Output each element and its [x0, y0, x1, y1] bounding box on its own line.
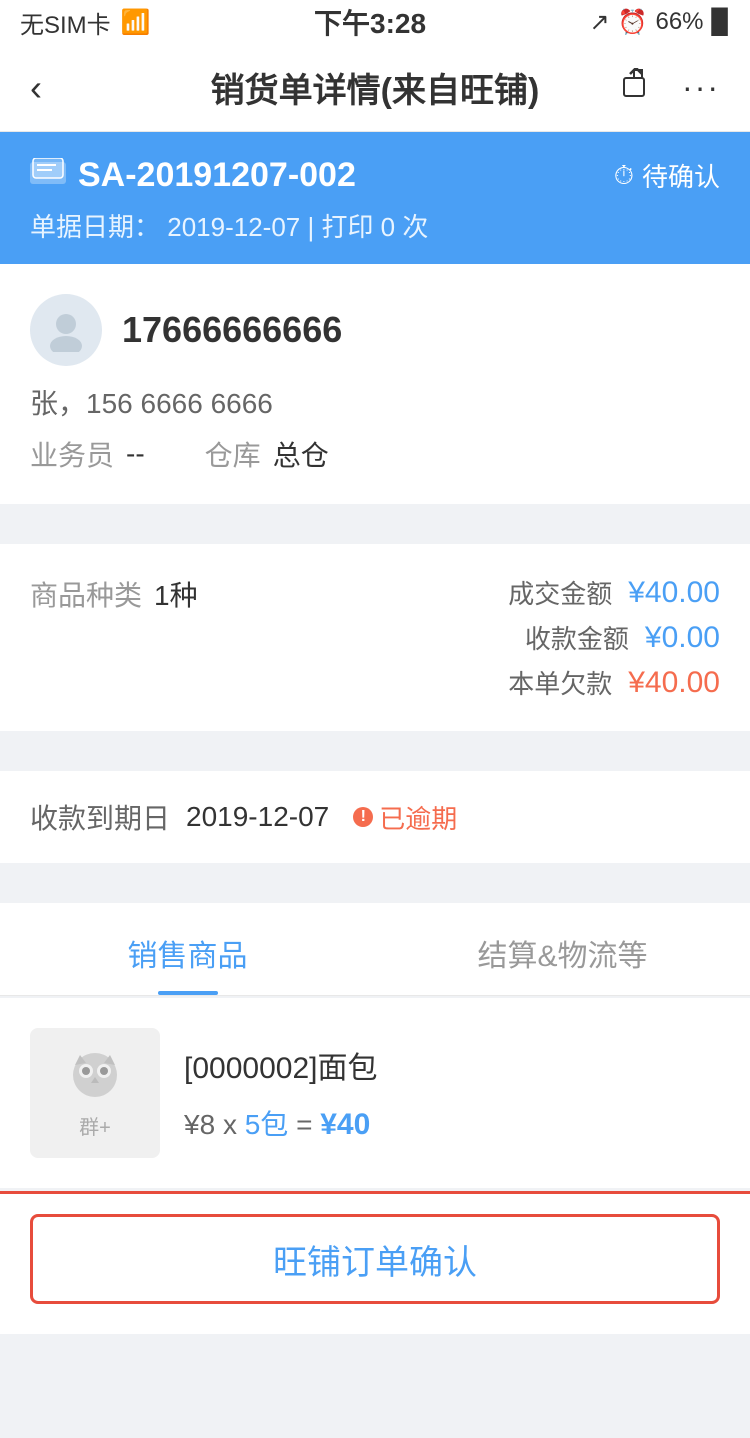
- status-bar-right: ↗ ⏰ 66% ▉: [589, 8, 730, 37]
- due-date-value: 2019-12-07: [186, 801, 329, 833]
- battery-icon: ▉: [712, 8, 730, 37]
- tab-settlement[interactable]: 结算&物流等: [375, 903, 750, 995]
- equals-sign: =: [296, 1109, 312, 1140]
- payment-value: ¥0.00: [645, 621, 720, 655]
- customer-meta: 业务员 -- 仓库 总仓: [30, 434, 720, 474]
- product-kinds-row: 商品种类 1种: [30, 574, 198, 614]
- tabs-section: 销售商品 结算&物流等: [0, 903, 750, 996]
- page-title: 销货单详情(来自旺铺): [211, 63, 540, 112]
- transaction-label: 成交金额: [508, 574, 612, 611]
- customer-phone: 17666666666: [122, 309, 342, 351]
- order-number-row: SA-20191207-002: [30, 156, 356, 195]
- salesman-value: --: [126, 438, 145, 470]
- transaction-row: 成交金额 ¥40.00: [508, 574, 720, 611]
- price-value: ¥8: [184, 1109, 215, 1140]
- summary-left: 商品种类 1种: [30, 574, 198, 614]
- summary-right: 成交金额 ¥40.00 收款金额 ¥0.00 本单欠款 ¥40.00: [508, 574, 720, 701]
- kinds-value: 1种: [154, 574, 198, 614]
- order-header: SA-20191207-002 ⏱ 待确认 单据日期： 2019-12-07 |…: [0, 132, 750, 264]
- order-number-text: SA-20191207-002: [78, 156, 356, 195]
- status-clock-icon: ⏱: [614, 160, 634, 192]
- back-button[interactable]: ‹: [20, 57, 52, 119]
- product-logo-text: 群+: [79, 1111, 111, 1140]
- kinds-label: 商品种类: [30, 574, 142, 614]
- order-date-row: 单据日期： 2019-12-07 | 打印 0 次: [30, 207, 720, 244]
- summary-section: 商品种类 1种 成交金额 ¥40.00 收款金额 ¥0.00 本单欠款 ¥40.…: [0, 544, 750, 731]
- date-label: 单据日期：: [30, 212, 160, 242]
- product-total: ¥40: [320, 1108, 370, 1141]
- divider-2: [0, 751, 750, 771]
- status-time: 下午3:28: [314, 2, 426, 42]
- product-price: ¥8 x 5包 = ¥40: [184, 1103, 720, 1143]
- overdue-badge: ! 已逾期: [353, 799, 457, 836]
- status-bar: 无SIM卡 📶 下午3:28 ↗ ⏰ 66% ▉: [0, 0, 750, 44]
- tab-settlement-label: 结算&物流等: [477, 940, 647, 973]
- confirm-order-button[interactable]: 旺铺订单确认: [30, 1214, 720, 1304]
- share-button[interactable]: [620, 67, 652, 109]
- debt-label: 本单欠款: [508, 664, 612, 701]
- customer-section: 17666666666 张，156 6666 6666 业务员 -- 仓库 总仓: [0, 264, 750, 504]
- product-qty: 5包: [245, 1109, 289, 1140]
- customer-info: 张，156 6666 6666: [30, 382, 720, 422]
- tab-sales-products-label: 销售商品: [128, 940, 248, 973]
- product-section: 群+ [0000002]面包 ¥8 x 5包 = ¥40: [0, 998, 750, 1188]
- customer-row: 17666666666: [30, 294, 720, 366]
- status-bar-left: 无SIM卡 📶: [20, 5, 151, 40]
- alarm-icon: ⏰: [618, 8, 648, 37]
- nav-actions: ···: [620, 67, 720, 109]
- overdue-icon: !: [353, 807, 373, 827]
- confirm-button-label: 旺铺订单确认: [273, 1235, 477, 1284]
- order-status: ⏱ 待确认: [614, 157, 720, 194]
- battery-text: 66%: [655, 8, 703, 36]
- divider-1: [0, 524, 750, 544]
- tabs-row: 销售商品 结算&物流等: [0, 903, 750, 996]
- tab-sales-products[interactable]: 销售商品: [0, 903, 375, 995]
- date-value: 2019-12-07: [167, 212, 300, 242]
- warehouse-item: 仓库 总仓: [205, 434, 329, 474]
- wifi-icon: 📶: [121, 8, 151, 37]
- carrier-text: 无SIM卡: [20, 5, 111, 40]
- more-button[interactable]: ···: [682, 69, 720, 106]
- overdue-text: 已逾期: [379, 799, 457, 836]
- product-name: [0000002]面包: [184, 1043, 720, 1087]
- multiply-sign: x: [223, 1109, 237, 1140]
- transaction-value: ¥40.00: [628, 576, 720, 610]
- product-details: [0000002]面包 ¥8 x 5包 = ¥40: [184, 1043, 720, 1143]
- print-info: | 打印 0 次: [307, 212, 428, 242]
- warehouse-value: 总仓: [273, 434, 329, 474]
- order-icon: [30, 156, 66, 195]
- payment-row: 收款金额 ¥0.00: [525, 619, 720, 656]
- status-text: 待确认: [642, 157, 720, 194]
- product-image: 群+: [30, 1028, 160, 1158]
- due-label: 收款到期日: [30, 797, 170, 837]
- debt-row: 本单欠款 ¥40.00: [508, 664, 720, 701]
- product-item: 群+ [0000002]面包 ¥8 x 5包 = ¥40: [0, 998, 750, 1188]
- avatar: [30, 294, 102, 366]
- warehouse-label: 仓库: [205, 434, 261, 474]
- payment-label: 收款金额: [525, 619, 629, 656]
- salesman-item: 业务员 --: [30, 434, 145, 474]
- bottom-button-area: 旺铺订单确认: [0, 1191, 750, 1334]
- nav-bar: ‹ 销货单详情(来自旺铺) ···: [0, 44, 750, 132]
- location-icon: ↗: [589, 8, 609, 37]
- salesman-label: 业务员: [30, 434, 114, 474]
- divider-3: [0, 883, 750, 903]
- due-section: 收款到期日 2019-12-07 ! 已逾期: [0, 771, 750, 863]
- debt-value: ¥40.00: [628, 666, 720, 700]
